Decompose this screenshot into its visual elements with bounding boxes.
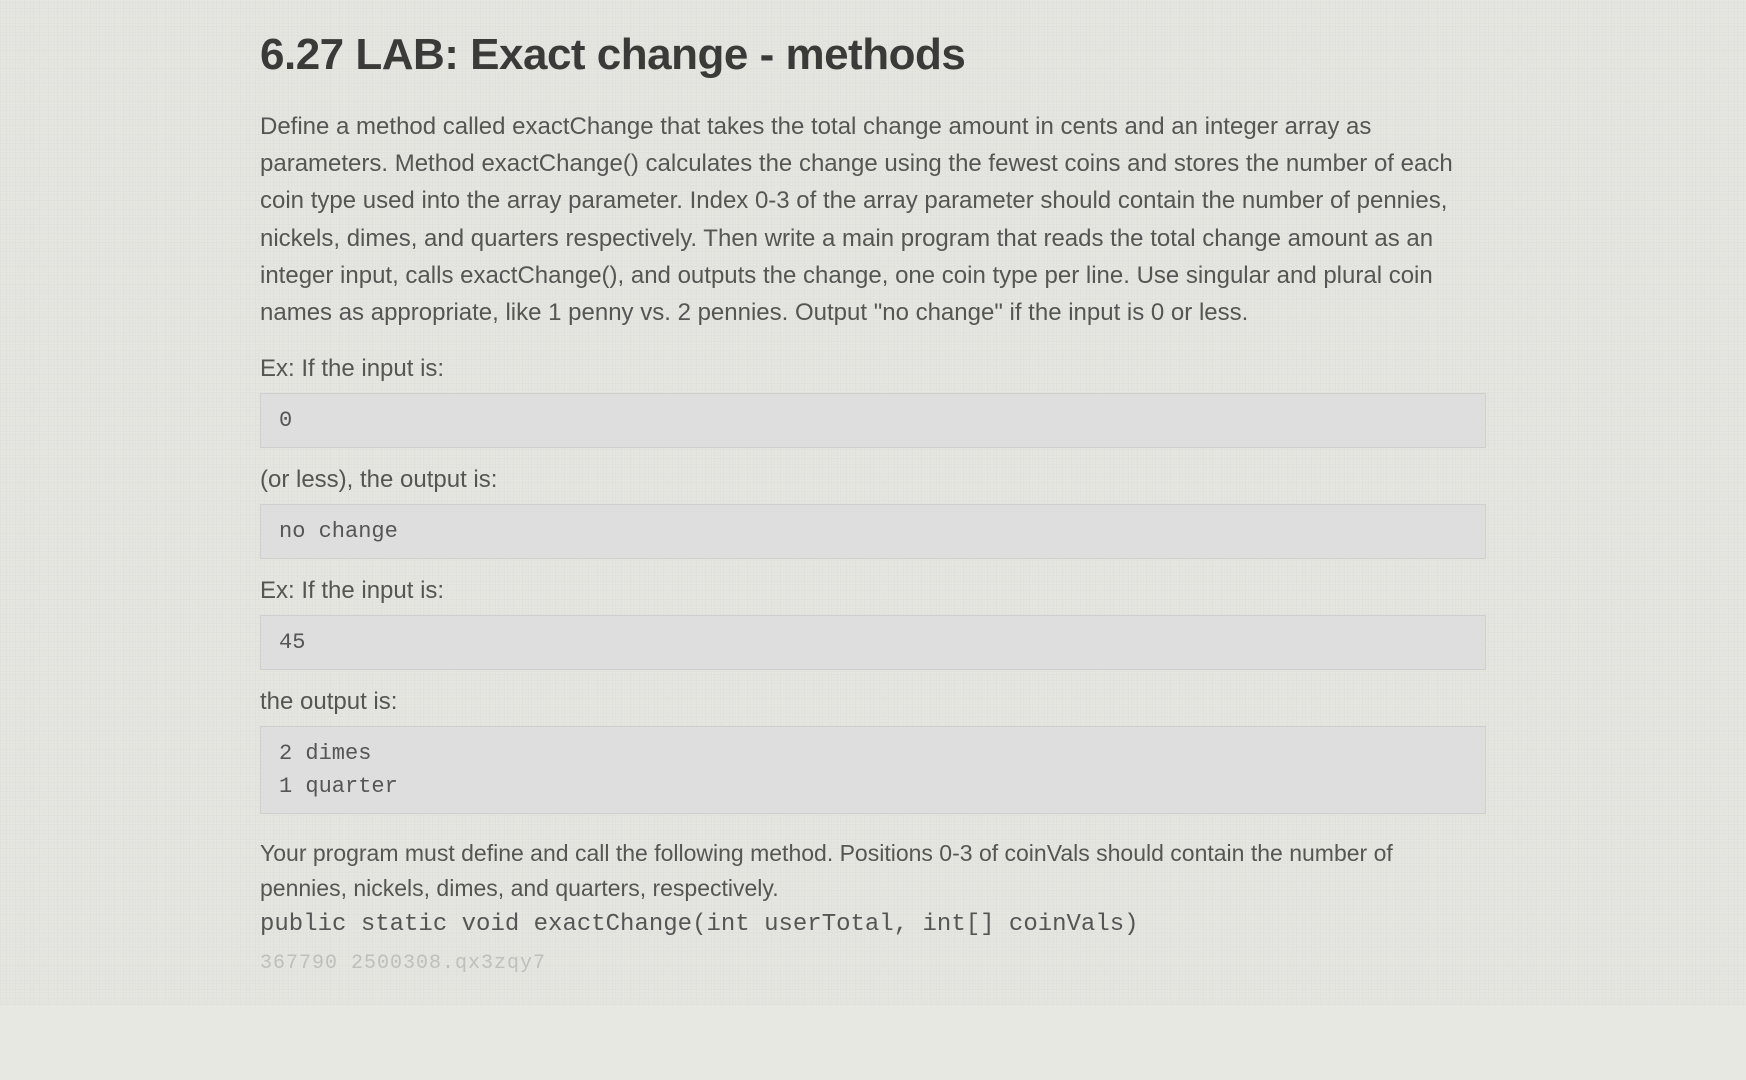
method-requirement-text: Your program must define and call the fo… bbox=[260, 836, 1486, 905]
example2-input-box: 45 bbox=[260, 615, 1486, 670]
example2-output-box: 2 dimes 1 quarter bbox=[260, 726, 1486, 814]
example1-input-box: 0 bbox=[260, 393, 1486, 448]
example1-input-lead: Ex: If the input is: bbox=[260, 355, 1486, 383]
lab-description: Define a method called exactChange that … bbox=[260, 108, 1486, 331]
watermark-id: 367790 2500308.qx3zqy7 bbox=[260, 952, 1486, 975]
lab-instructions-page: 6.27 LAB: Exact change - methods Define … bbox=[0, 0, 1746, 1005]
example1-output-box: no change bbox=[260, 504, 1486, 559]
example2-input-lead: Ex: If the input is: bbox=[260, 577, 1486, 605]
lab-title: 6.27 LAB: Exact change - methods bbox=[260, 30, 1486, 80]
method-signature: public static void exactChange(int userT… bbox=[260, 911, 1486, 938]
example2-output-lead: the output is: bbox=[260, 688, 1486, 716]
example1-output-lead: (or less), the output is: bbox=[260, 466, 1486, 494]
